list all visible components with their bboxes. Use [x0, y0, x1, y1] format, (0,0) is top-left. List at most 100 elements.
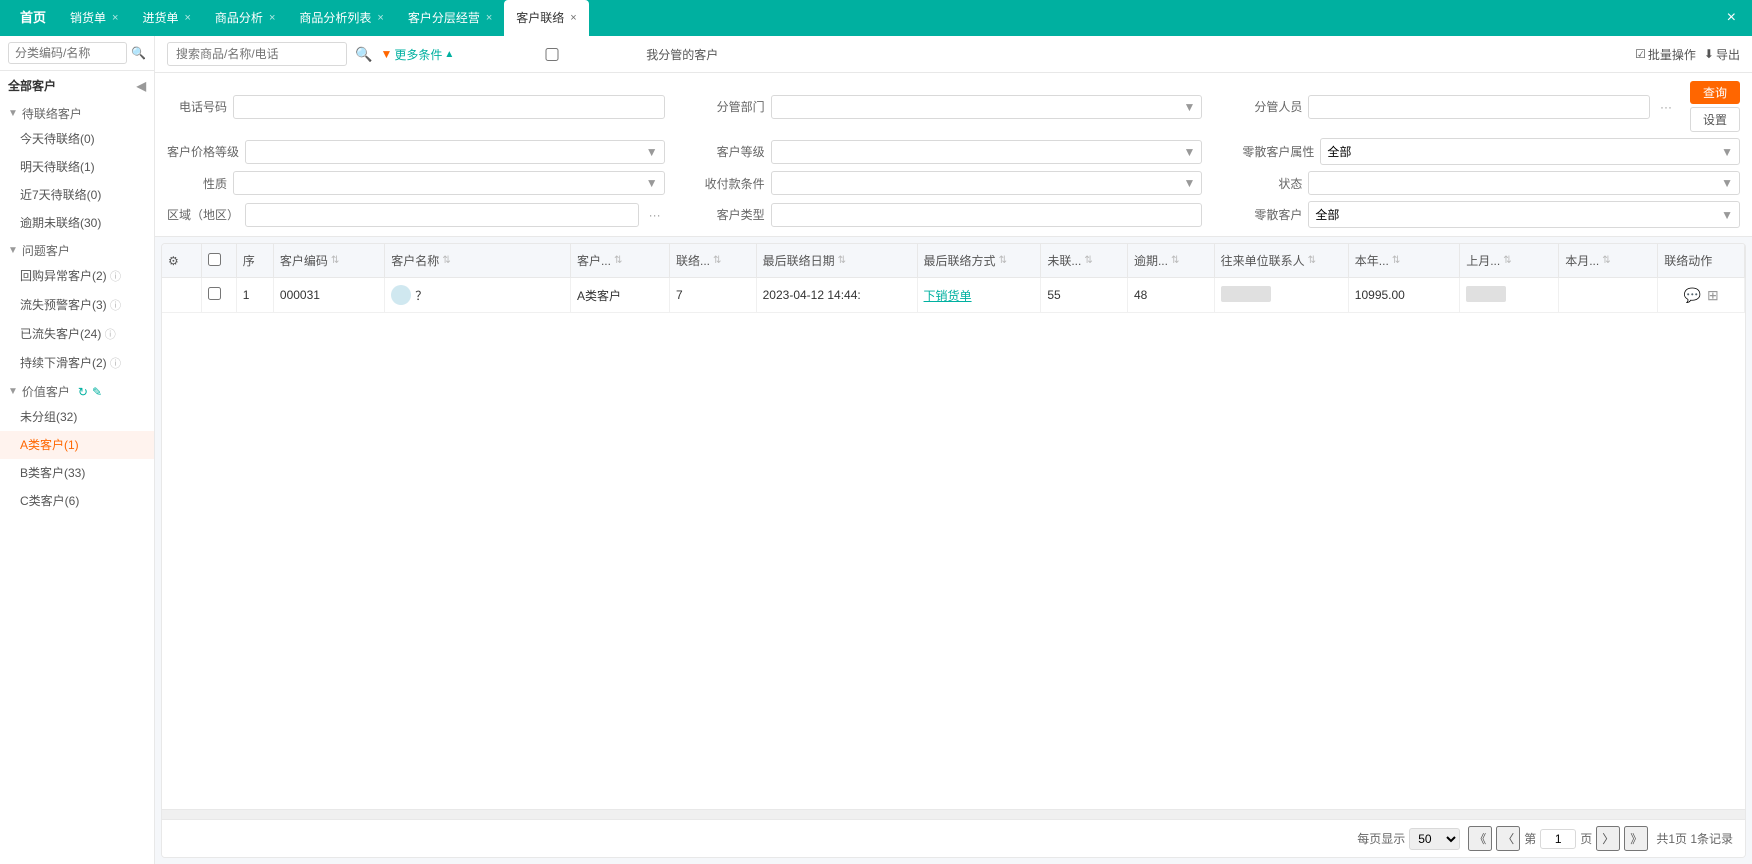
search-input[interactable] — [167, 42, 347, 66]
sidebar-item-tomorrow-pending[interactable]: 明天待联络(1) — [0, 153, 154, 181]
sidebar-item-today-pending[interactable]: 今天待联络(0) — [0, 125, 154, 153]
filter-status-select[interactable]: ▼ — [1308, 171, 1740, 195]
window-close-btn[interactable]: × — [1719, 9, 1744, 27]
query-button[interactable]: 查询 — [1690, 81, 1740, 104]
sidebar-search-input[interactable] — [8, 42, 127, 64]
col-code[interactable]: 客户编码 ⇅ — [273, 244, 384, 278]
col-unit-contact[interactable]: 往来单位联系人 ⇅ — [1214, 244, 1348, 278]
filter-person-dots[interactable]: ··· — [1656, 100, 1676, 114]
sidebar-collapse-icon[interactable]: ◀ — [137, 79, 146, 93]
sort-last-method-icon[interactable]: ⇅ — [999, 255, 1007, 266]
nav-purchase[interactable]: 进货单 × — [130, 0, 202, 36]
sort-un-contact-icon[interactable]: ⇅ — [1084, 255, 1092, 266]
sidebar-item-c-class[interactable]: C类客户(6) — [0, 487, 154, 515]
my-customer-checkbox[interactable] — [462, 48, 642, 61]
sidebar-item-ungroup[interactable]: 未分组(32) — [0, 403, 154, 431]
close-goods-analysis-icon[interactable]: × — [269, 0, 275, 36]
sort-contact-count-icon[interactable]: ⇅ — [713, 255, 721, 266]
col-overdue[interactable]: 逾期... ⇅ — [1127, 244, 1214, 278]
sort-this-year-icon[interactable]: ⇅ — [1392, 255, 1400, 266]
col-contact-count[interactable]: 联络... ⇅ — [669, 244, 756, 278]
action-more-icon[interactable]: ⊞ — [1707, 287, 1719, 304]
sidebar-item-declining[interactable]: 持续下滑客户(2) ⓘ — [0, 349, 154, 378]
filter-nature-select[interactable]: ▼ — [233, 171, 665, 195]
sidebar-item-b-class[interactable]: B类客户(33) — [0, 459, 154, 487]
close-purchase-icon[interactable]: × — [184, 0, 190, 36]
table-header-row: ⚙ 序 客户编码 ⇅ 客户名称 ⇅ — [162, 244, 1745, 278]
col-last-contact-method[interactable]: 最后联络方式 ⇅ — [917, 244, 1041, 278]
nav-customer-contact[interactable]: 客户联络 × — [504, 0, 588, 36]
nav-customer-mgmt[interactable]: 客户分层经营 × — [396, 0, 504, 36]
sort-this-month-icon[interactable]: ⇅ — [1602, 255, 1610, 266]
filter-phone-input[interactable] — [233, 95, 665, 119]
close-goods-list-icon[interactable]: × — [377, 0, 383, 36]
sidebar-all-customers[interactable]: 全部客户 ◀ — [0, 71, 154, 100]
col-name[interactable]: 客户名称 ⇅ — [385, 244, 571, 278]
filter-payment-select[interactable]: ▼ — [771, 171, 1203, 195]
col-this-year[interactable]: 本年... ⇅ — [1348, 244, 1459, 278]
filter-retail-attr: 零散客户属性 全部 ▼ — [1242, 138, 1740, 165]
value-group-refresh-icon[interactable]: ↻ — [78, 385, 88, 399]
nav-home[interactable]: 首页 — [8, 0, 58, 36]
close-customer-contact-icon[interactable]: × — [570, 0, 576, 36]
horizontal-scrollbar[interactable] — [162, 809, 1745, 819]
sidebar-item-repurchase-abnormal[interactable]: 回购异常客户(2) ⓘ — [0, 262, 154, 291]
filter-dept-select[interactable]: ▼ — [771, 95, 1203, 119]
last-method-link[interactable]: 下销货单 — [924, 289, 972, 303]
filter-retail-customer: 零散客户 全部 ▼ — [1242, 201, 1740, 228]
last-page-btn[interactable]: 》 — [1624, 826, 1648, 851]
export-btn[interactable]: ⬇ 导出 — [1704, 46, 1740, 63]
nav-goods-analysis[interactable]: 商品分析 × — [203, 0, 287, 36]
col-settings[interactable]: ⚙ — [162, 244, 202, 278]
sidebar-item-week-pending[interactable]: 近7天待联络(0) — [0, 181, 154, 209]
filter-retail-customer-select[interactable]: 全部 ▼ — [1308, 201, 1740, 228]
retail-customer-arrow-icon: ▼ — [1721, 208, 1733, 222]
col-level[interactable]: 客户... ⇅ — [570, 244, 669, 278]
value-group-edit-icon[interactable]: ✎ — [92, 385, 102, 399]
sort-last-month-icon[interactable]: ⇅ — [1503, 255, 1511, 266]
close-sales-icon[interactable]: × — [112, 0, 118, 36]
filter-region-input[interactable] — [245, 203, 639, 227]
per-page-select[interactable]: 50 100 200 — [1409, 828, 1460, 850]
first-page-btn[interactable]: 《 — [1468, 826, 1492, 851]
batch-op-btn[interactable]: ☑ 批量操作 — [1635, 46, 1696, 63]
filter-person-input[interactable] — [1308, 95, 1650, 119]
sort-overdue-icon[interactable]: ⇅ — [1171, 255, 1179, 266]
prev-page-btn[interactable]: 〈 — [1496, 826, 1520, 851]
my-customer-checkbox-label[interactable]: 我分管的客户 — [462, 46, 718, 63]
sidebar-item-overdue-pending[interactable]: 逾期未联络(30) — [0, 209, 154, 237]
sidebar-item-a-class[interactable]: A类客户(1) — [0, 431, 154, 459]
sort-level-icon[interactable]: ⇅ — [614, 255, 622, 266]
filter-retail-attr-select[interactable]: 全部 ▼ — [1320, 138, 1740, 165]
close-customer-mgmt-icon[interactable]: × — [486, 0, 492, 36]
filter-customer-type-input[interactable] — [771, 203, 1203, 227]
sort-name-icon[interactable]: ⇅ — [442, 255, 450, 266]
search-button[interactable]: 🔍 — [355, 46, 372, 63]
filter-price-level-select[interactable]: ▼ — [245, 140, 665, 164]
filter-region-dots[interactable]: ··· — [645, 208, 665, 222]
sidebar-group-value[interactable]: ▼ 价值客户 ↻ ✎ — [0, 378, 154, 403]
action-chat-icon[interactable]: 💬 — [1684, 287, 1701, 304]
row-checkbox[interactable] — [208, 287, 221, 300]
next-page-btn[interactable]: 〉 — [1596, 826, 1620, 851]
sidebar-search-icon[interactable]: 🔍 — [131, 46, 146, 60]
sort-code-icon[interactable]: ⇅ — [331, 255, 339, 266]
filter-customer-level-select[interactable]: ▼ — [771, 140, 1203, 164]
col-this-month[interactable]: 本月... ⇅ — [1559, 244, 1658, 278]
col-un-contact[interactable]: 未联... ⇅ — [1041, 244, 1128, 278]
col-last-month[interactable]: 上月... ⇅ — [1460, 244, 1559, 278]
sidebar-item-churn-warning[interactable]: 流失预警客户(3) ⓘ — [0, 291, 154, 320]
table-scroll[interactable]: ⚙ 序 客户编码 ⇅ 客户名称 ⇅ — [162, 244, 1745, 809]
page-number-input[interactable] — [1540, 829, 1576, 849]
settings-button[interactable]: 设置 — [1690, 107, 1740, 132]
nav-goods-list[interactable]: 商品分析列表 × — [287, 0, 395, 36]
sort-last-date-icon[interactable]: ⇅ — [838, 255, 846, 266]
sort-unit-contact-icon[interactable]: ⇅ — [1308, 255, 1316, 266]
nav-sales[interactable]: 销货单 × — [58, 0, 130, 36]
more-filter-btn[interactable]: ▼ 更多条件 ▲ — [380, 46, 454, 63]
sidebar-group-problem[interactable]: ▼ 问题客户 — [0, 237, 154, 262]
sidebar-item-churned[interactable]: 已流失客户(24) ⓘ — [0, 320, 154, 349]
col-last-contact-date[interactable]: 最后联络日期 ⇅ — [756, 244, 917, 278]
sidebar-group-pending[interactable]: ▼ 待联络客户 — [0, 100, 154, 125]
select-all-checkbox[interactable] — [208, 253, 221, 266]
